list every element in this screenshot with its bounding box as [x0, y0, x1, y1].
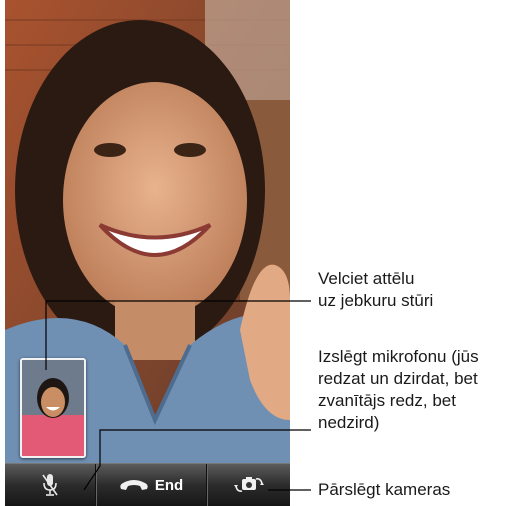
callout-switch-camera: Pārslēgt kameras	[318, 479, 450, 501]
callout-mute: Izslēgt mikrofonu (jūs redzat un dzirdat…	[318, 346, 479, 434]
callout-mute-line2: redzat un dzirdat, bet	[318, 369, 478, 388]
callout-mute-line3: zvanītājs redz, bet	[318, 391, 456, 410]
callout-switch-label: Pārslēgt kameras	[318, 480, 451, 499]
callout-drag-line2: uz jebkuru stūri	[318, 291, 434, 310]
callout-drag-pip: Velciet attēlu uz jebkuru stūri	[318, 268, 433, 312]
callout-mute-line1: Izslēgt mikrofonu (jūs	[318, 347, 479, 366]
callout-mute-line4: nedzird)	[318, 413, 380, 432]
callout-drag-line1: Velciet attēlu	[318, 269, 415, 288]
